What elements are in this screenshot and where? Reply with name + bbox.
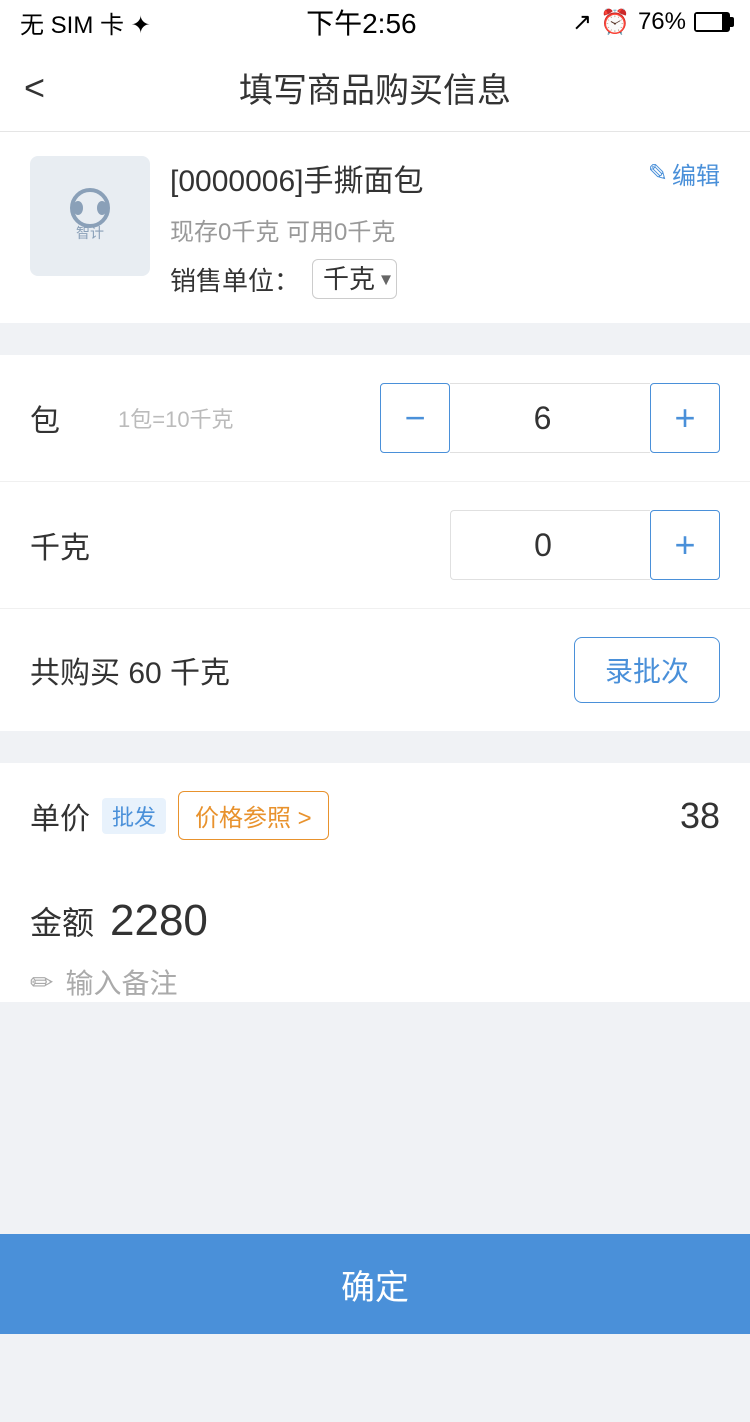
product-name: [0000006]手撕面包: [170, 156, 720, 200]
package-minus-button[interactable]: −: [380, 383, 450, 453]
edit-button[interactable]: ✎ 编辑: [648, 156, 720, 191]
package-hint: 1包=10千克: [118, 402, 380, 434]
input-section: 包 1包=10千克 − + 千克 +: [0, 355, 750, 609]
total-section: 共购买 60 千克 录批次: [0, 609, 750, 731]
kilogram-plus-button[interactable]: +: [650, 510, 720, 580]
unit-select[interactable]: 千克: [312, 259, 397, 299]
confirm-label: 确定: [341, 1260, 409, 1309]
package-row: 包 1包=10千克 − +: [0, 355, 750, 482]
back-button[interactable]: <: [24, 67, 45, 109]
svg-text:智计: 智计: [76, 225, 104, 241]
battery-icon: [694, 12, 730, 32]
product-info: [0000006]手撕面包 现存0千克 可用0千克 销售单位： 千克: [170, 156, 720, 299]
package-quantity-input[interactable]: [450, 383, 650, 453]
edit-label: 编辑: [672, 156, 720, 191]
amount-label: 金额: [30, 898, 94, 944]
product-image: 智计: [30, 156, 150, 276]
remark-placeholder: 输入备注: [65, 962, 177, 1002]
kilogram-label: 千克: [30, 523, 110, 567]
edit-icon: ✎: [648, 159, 668, 188]
status-time: 下午2:56: [306, 2, 417, 42]
price-value: 38: [680, 795, 720, 837]
package-plus-button[interactable]: +: [650, 383, 720, 453]
kilogram-quantity-input[interactable]: [450, 510, 650, 580]
location-icon: ↗: [572, 8, 592, 37]
kilogram-row: 千克 +: [0, 482, 750, 609]
nav-bar: < 填写商品购买信息: [0, 44, 750, 132]
product-unit-row: 销售单位： 千克: [170, 259, 720, 299]
kilogram-quantity-control: +: [450, 510, 720, 580]
separator-2: [0, 747, 750, 763]
remark-row[interactable]: ✏ 输入备注: [30, 962, 720, 1002]
package-quantity-control: − +: [380, 383, 720, 453]
product-stock: 现存0千克 可用0千克: [170, 212, 720, 247]
total-label: 共购买 60 千克: [30, 648, 230, 692]
price-ref-button[interactable]: 价格参照 >: [178, 791, 329, 840]
unit-select-wrapper[interactable]: 千克: [312, 259, 397, 299]
remark-icon: ✏: [30, 966, 53, 999]
amount-area: 金额 2280 ✏ 输入备注: [0, 868, 750, 1002]
status-bar: 无 SIM 卡 ✦ 下午2:56 ↗ ⏰ 76%: [0, 0, 750, 44]
sim-label: 无 SIM 卡 ✦: [20, 5, 151, 40]
product-section: 智计 [0000006]手撕面包 现存0千克 可用0千克 销售单位： 千克 ✎ …: [0, 132, 750, 323]
status-left: 无 SIM 卡 ✦: [20, 5, 151, 40]
alarm-icon: ⏰: [600, 8, 630, 37]
page-title: 填写商品购买信息: [239, 63, 511, 112]
price-section: 单价 批发 价格参照 > 38: [0, 763, 750, 868]
unit-label: 销售单位：: [170, 261, 300, 298]
confirm-bar[interactable]: 确定: [0, 1234, 750, 1334]
batch-button[interactable]: 录批次: [574, 637, 720, 703]
separator-1: [0, 339, 750, 355]
amount-value: 2280: [110, 896, 208, 946]
amount-row: 金额 2280: [30, 896, 720, 946]
status-right: ↗ ⏰ 76%: [572, 8, 730, 37]
price-row: 单价 批发 价格参照 > 38: [30, 791, 720, 840]
price-label: 单价: [30, 794, 90, 838]
bottom-padding: [0, 1322, 750, 1422]
price-label-row: 单价 批发 价格参照 >: [30, 791, 329, 840]
package-label: 包: [30, 396, 110, 440]
battery-label: 76%: [638, 8, 686, 36]
batch-tag: 批发: [102, 798, 166, 834]
